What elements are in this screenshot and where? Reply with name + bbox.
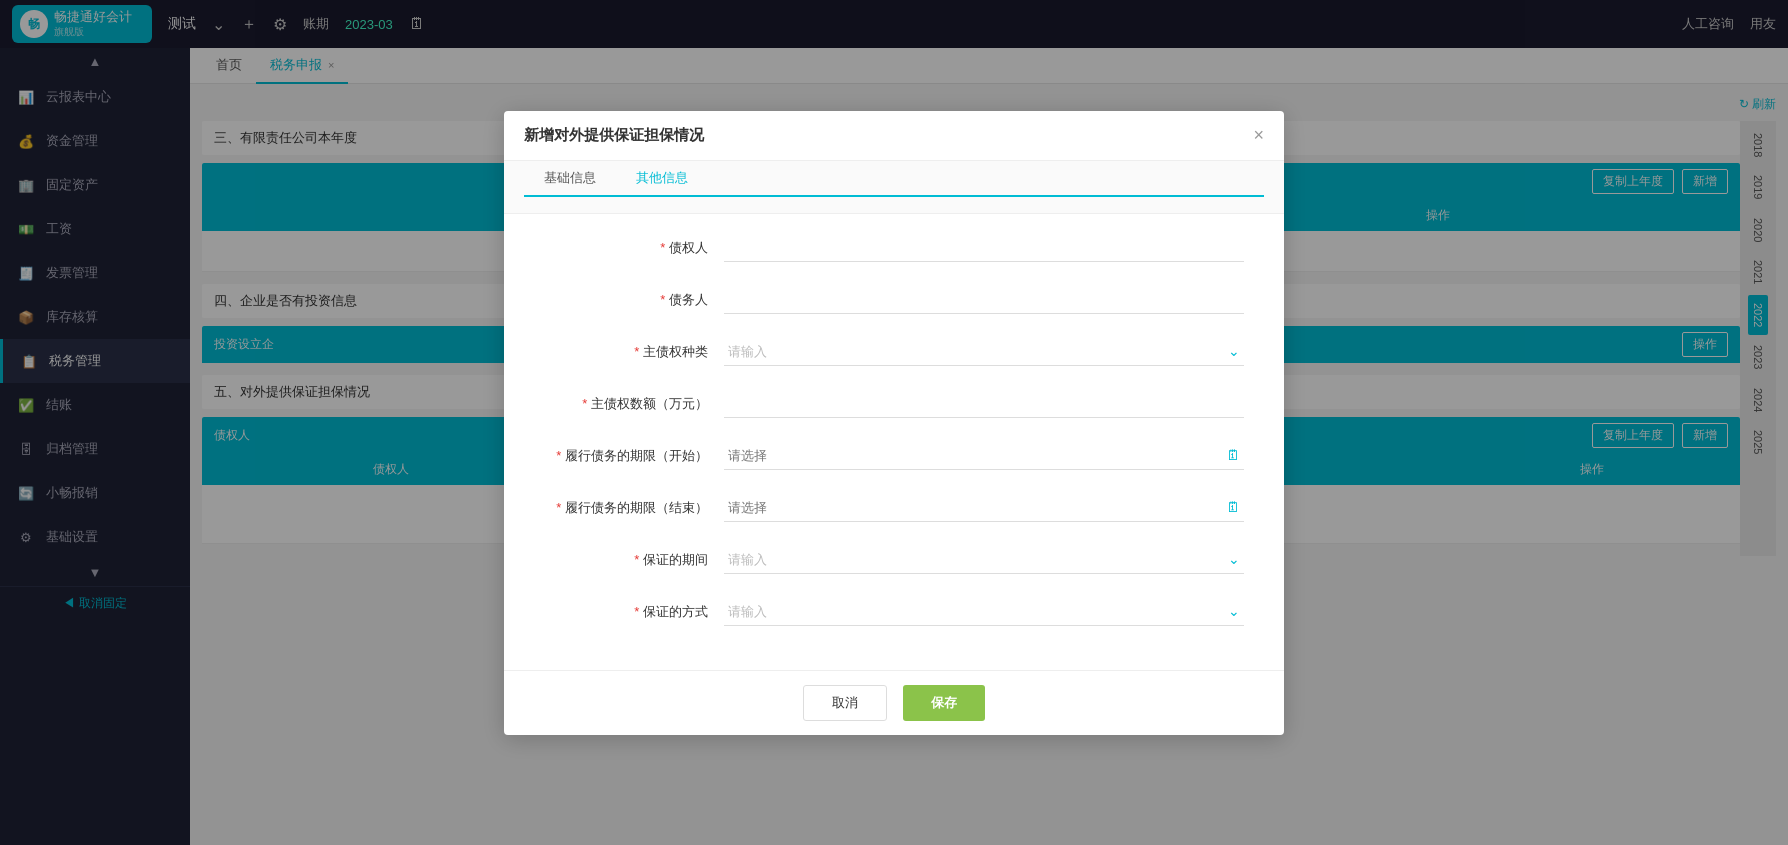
form-field-creditor: * 债权人 bbox=[544, 234, 1244, 262]
form-field-guarantee-method: * 保证的方式 请输入 ⌄ bbox=[544, 598, 1244, 626]
form-field-debtor: * 债务人 bbox=[544, 286, 1244, 314]
obligation-end-input[interactable] bbox=[724, 494, 1244, 521]
form-field-obligation-end: * 履行债务的期限（结束） 🗓 bbox=[544, 494, 1244, 522]
creditor-input[interactable] bbox=[724, 234, 1244, 262]
guarantee-method-wrapper: 请输入 ⌄ bbox=[724, 598, 1244, 626]
modal-title: 新增对外提供保证担保情况 bbox=[524, 126, 704, 145]
form-field-obligation-start: * 履行债务的期限（开始） 🗓 bbox=[544, 442, 1244, 470]
guarantee-method-select[interactable]: 请输入 bbox=[724, 598, 1244, 625]
guarantee-method-label: * 保证的方式 bbox=[544, 603, 724, 621]
obligation-end-wrapper: 🗓 bbox=[724, 494, 1244, 522]
modal-header: 新增对外提供保证担保情况 × bbox=[504, 111, 1284, 161]
form-field-claim-amount: * 主债权数额（万元） bbox=[544, 390, 1244, 418]
obligation-start-wrapper: 🗓 bbox=[724, 442, 1244, 470]
modal-add-guarantee: 新增对外提供保证担保情况 × 基础信息 其他信息 * 债权人 bbox=[504, 111, 1284, 735]
debtor-input[interactable] bbox=[724, 286, 1244, 314]
obligation-end-calendar-icon[interactable]: 🗓 bbox=[1226, 499, 1240, 515]
claim-amount-label: * 主债权数额（万元） bbox=[544, 395, 724, 413]
obligation-start-input[interactable] bbox=[724, 442, 1244, 469]
guarantee-period-label: * 保证的期间 bbox=[544, 551, 724, 569]
modal-body: * 债权人 * 债务人 * 主债权种类 bbox=[504, 214, 1284, 670]
modal-footer: 取消 保存 bbox=[504, 670, 1284, 735]
cancel-btn[interactable]: 取消 bbox=[803, 685, 887, 721]
claim-amount-input[interactable] bbox=[724, 390, 1244, 418]
modal-tab-basic[interactable]: 基础信息 bbox=[524, 161, 616, 195]
claim-type-label: * 主债权种类 bbox=[544, 343, 724, 361]
claim-type-select[interactable]: 请输入 bbox=[724, 338, 1244, 365]
modal-close-btn[interactable]: × bbox=[1253, 125, 1264, 146]
form-field-claim-type: * 主债权种类 请输入 ⌄ bbox=[544, 338, 1244, 366]
obligation-start-label: * 履行债务的期限（开始） bbox=[544, 447, 724, 465]
form-field-guarantee-period: * 保证的期间 请输入 ⌄ bbox=[544, 546, 1244, 574]
modal-tab-other[interactable]: 其他信息 bbox=[616, 161, 708, 197]
obligation-end-label: * 履行债务的期限（结束） bbox=[544, 499, 724, 517]
obligation-start-calendar-icon[interactable]: 🗓 bbox=[1226, 447, 1240, 463]
guarantee-period-wrapper: 请输入 ⌄ bbox=[724, 546, 1244, 574]
claim-type-wrapper: 请输入 ⌄ bbox=[724, 338, 1244, 366]
save-btn[interactable]: 保存 bbox=[903, 685, 985, 721]
guarantee-period-select[interactable]: 请输入 bbox=[724, 546, 1244, 573]
creditor-label: * 债权人 bbox=[544, 239, 724, 257]
debtor-label: * 债务人 bbox=[544, 291, 724, 309]
modal-overlay: 新增对外提供保证担保情况 × 基础信息 其他信息 * 债权人 bbox=[0, 0, 1788, 845]
modal-form-tabs: 基础信息 其他信息 bbox=[524, 161, 1264, 197]
